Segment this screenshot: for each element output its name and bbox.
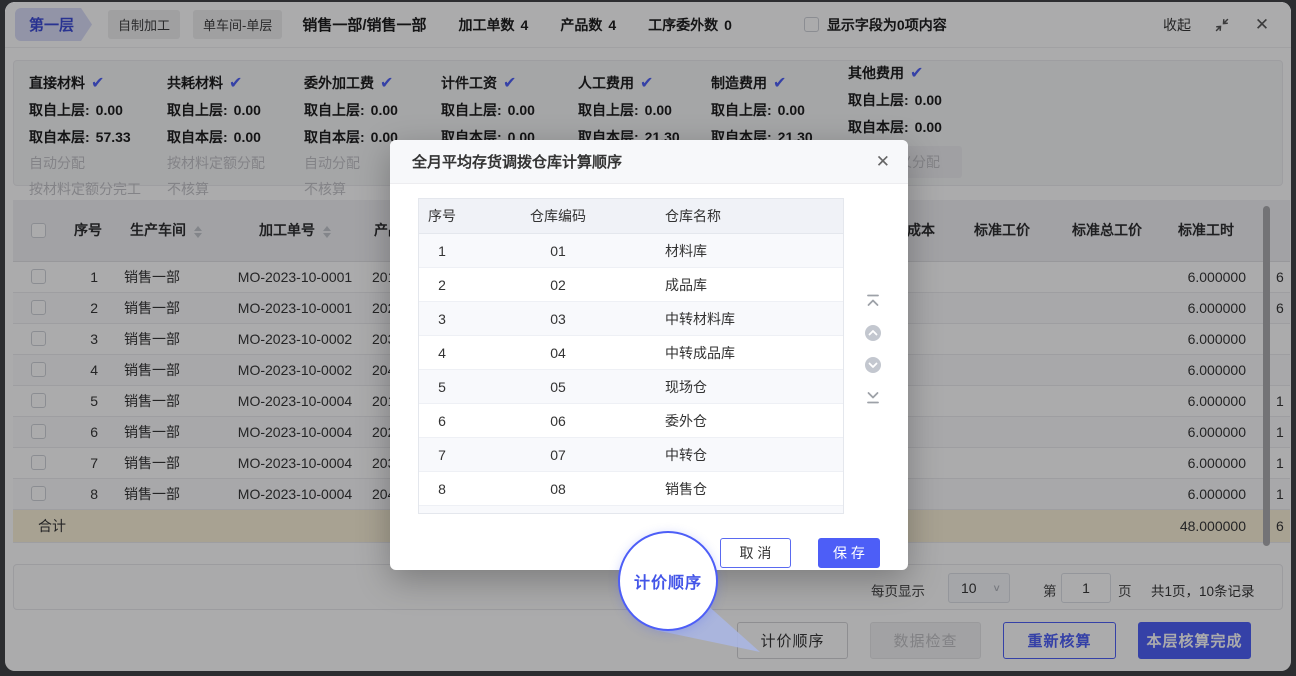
warehouse-row[interactable]: 808销售仓 [419,472,843,506]
warehouse-cell: 中转仓 [651,438,843,472]
dialog-column-header: 序号 [419,199,465,234]
warehouse-cell: 销售仓 [651,472,843,506]
warehouse-table: 序号仓库编码仓库名称101材料库202成品库303中转材料库404中转成品库50… [419,199,843,514]
warehouse-cell: 04 [465,336,651,370]
dialog-header: 全月平均存货调拨仓库计算顺序 ✕ [390,140,908,184]
warehouse-cell: 07 [465,438,651,472]
warehouse-cell: 5 [419,370,465,404]
warehouse-row[interactable]: 909共耗仓 [419,506,843,515]
warehouse-row[interactable]: 505现场仓 [419,370,843,404]
warehouse-row[interactable]: 707中转仓 [419,438,843,472]
dialog-header-row: 序号仓库编码仓库名称 [419,199,843,234]
warehouse-cell: 委外仓 [651,404,843,438]
warehouse-row[interactable]: 606委外仓 [419,404,843,438]
warehouse-cell: 01 [465,234,651,268]
warehouse-table-wrap: 序号仓库编码仓库名称101材料库202成品库303中转材料库404中转成品库50… [418,198,844,514]
warehouse-cell: 8 [419,472,465,506]
warehouse-cell: 9 [419,506,465,515]
save-button[interactable]: 保 存 [818,538,880,568]
warehouse-cell: 05 [465,370,651,404]
warehouse-cell: 02 [465,268,651,302]
dialog-close-icon[interactable]: ✕ [876,152,890,172]
warehouse-cell: 4 [419,336,465,370]
cursor-bubble: 计价顺序 [618,531,718,631]
warehouse-cell: 1 [419,234,465,268]
move-up-icon[interactable] [864,324,882,342]
warehouse-cell: 中转材料库 [651,302,843,336]
warehouse-cell: 共耗仓 [651,506,843,515]
warehouse-cell: 材料库 [651,234,843,268]
cursor-bubble-label: 计价顺序 [634,569,702,593]
move-down-icon[interactable] [864,356,882,374]
warehouse-cell: 现场仓 [651,370,843,404]
warehouse-cell: 中转成品库 [651,336,843,370]
dialog-title: 全月平均存货调拨仓库计算顺序 [412,151,622,172]
warehouse-cell: 08 [465,472,651,506]
warehouse-row[interactable]: 202成品库 [419,268,843,302]
move-to-bottom-icon[interactable] [864,388,882,406]
warehouse-row[interactable]: 101材料库 [419,234,843,268]
warehouse-cell: 3 [419,302,465,336]
warehouse-cell: 7 [419,438,465,472]
warehouse-cell: 6 [419,404,465,438]
reorder-controls [862,292,884,406]
warehouse-order-dialog: 全月平均存货调拨仓库计算顺序 ✕ 序号仓库编码仓库名称101材料库202成品库3… [390,140,908,570]
warehouse-cell: 09 [465,506,651,515]
warehouse-cell: 2 [419,268,465,302]
warehouse-row[interactable]: 303中转材料库 [419,302,843,336]
move-to-top-icon[interactable] [864,292,882,310]
dialog-column-header: 仓库编码 [465,199,651,234]
warehouse-cell: 成品库 [651,268,843,302]
warehouse-row[interactable]: 404中转成品库 [419,336,843,370]
warehouse-cell: 03 [465,302,651,336]
dialog-column-header: 仓库名称 [651,199,843,234]
warehouse-cell: 06 [465,404,651,438]
